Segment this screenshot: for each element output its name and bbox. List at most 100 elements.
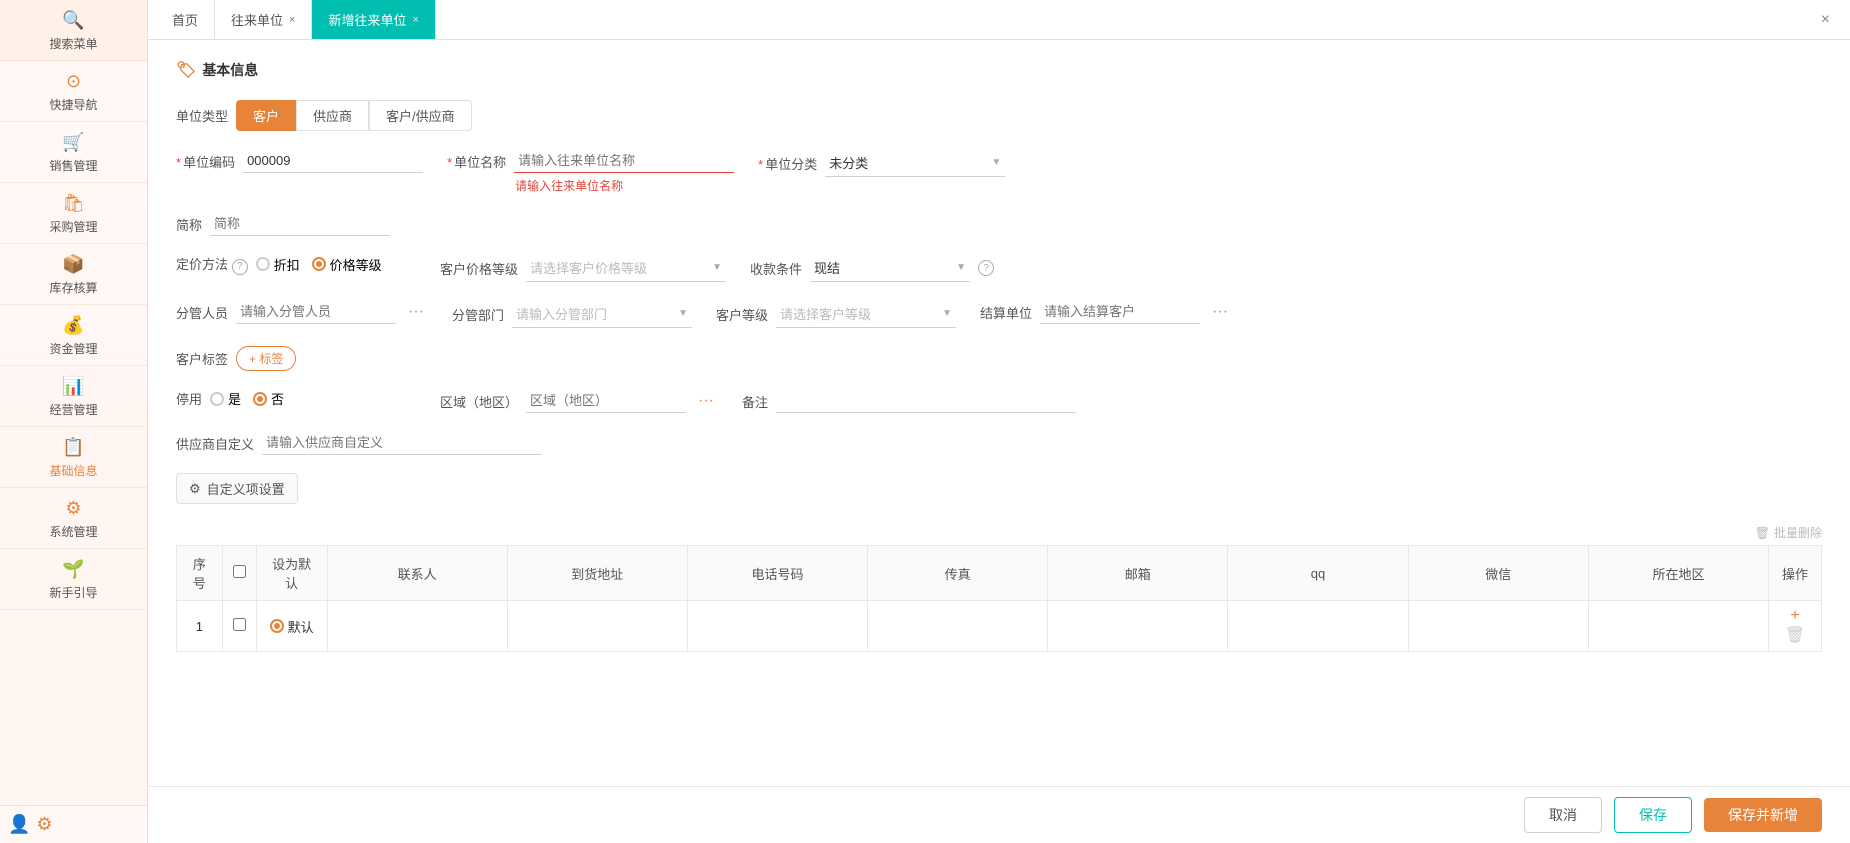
customer-price-level-select[interactable]: 请选择客户价格等级 ▼: [526, 254, 726, 282]
add-tag-button[interactable]: + 标签: [236, 346, 296, 371]
payment-terms-select[interactable]: 现结 ▼: [810, 254, 970, 282]
row-add-btn[interactable]: +: [1790, 607, 1799, 624]
unit-code-group: *单位编码: [176, 149, 423, 173]
supplier-custom-label: 供应商自定义: [176, 434, 254, 453]
email-input[interactable]: [1066, 619, 1209, 634]
sidebar-item-purchase[interactable]: 🛍 采购管理: [0, 183, 147, 244]
payment-terms-value: 现结: [814, 258, 952, 277]
manager-input[interactable]: [236, 300, 396, 324]
select-all-checkbox[interactable]: [233, 565, 246, 578]
settlement-unit-input[interactable]: [1040, 300, 1200, 324]
unit-type-supplier-btn[interactable]: 供应商: [296, 100, 369, 131]
abbreviation-group: 简称: [176, 212, 416, 236]
save-button[interactable]: 保存: [1614, 797, 1692, 833]
area-input[interactable]: [1607, 619, 1750, 634]
sidebar-bottom: 👤 ⚙: [0, 805, 147, 843]
sidebar-item-label: 资金管理: [49, 340, 97, 357]
qq-input[interactable]: [1246, 619, 1389, 634]
disable-radio-yes-label: 是: [228, 389, 241, 408]
address-input[interactable]: [526, 619, 669, 634]
wechat-input[interactable]: [1427, 619, 1570, 634]
unit-type-both-btn[interactable]: 客户/供应商: [369, 100, 472, 131]
tab-partners-close[interactable]: ×: [289, 14, 295, 26]
sidebar-item-quick-nav[interactable]: ⊙ 快捷导航: [0, 61, 147, 122]
sidebar-item-sales[interactable]: 🛒 销售管理: [0, 122, 147, 183]
contact-table: 序号 设为默认 联系人 到货地址 电话号码 传真 邮箱 qq 微信 所在地区 操…: [176, 545, 1822, 652]
department-placeholder: 请输入分管部门: [516, 304, 674, 323]
pricing-radio-group: 折扣 价格等级: [256, 255, 382, 274]
sidebar-item-operations[interactable]: 📊 经营管理: [0, 366, 147, 427]
cell-contact: [327, 601, 507, 652]
region-more-btn[interactable]: ···: [694, 392, 718, 410]
cell-check: [222, 601, 256, 652]
sidebar-item-search[interactable]: 🔍 搜索菜单: [0, 0, 147, 61]
row-delete-btn[interactable]: 🗑: [1785, 627, 1805, 644]
cancel-button[interactable]: 取消: [1524, 797, 1602, 833]
payment-terms-help-icon[interactable]: ?: [978, 260, 994, 276]
sidebar-item-basic[interactable]: 📋 基础信息: [0, 427, 147, 488]
sidebar-item-newbie[interactable]: 🌱 新手引导: [0, 549, 147, 610]
pricing-radio-level[interactable]: 价格等级: [312, 255, 382, 274]
default-radio[interactable]: 默认: [267, 617, 317, 636]
disable-region-row: 停用 是 否 区域（地区） ··· 备注: [176, 389, 1822, 413]
row-checkbox[interactable]: [233, 618, 246, 631]
customer-level-select[interactable]: 请选择客户等级 ▼: [776, 300, 956, 328]
department-select[interactable]: 请输入分管部门 ▼: [512, 300, 692, 328]
manager-more-btn[interactable]: ···: [404, 303, 428, 321]
unit-name-label: *单位名称: [447, 152, 506, 171]
pricing-radio-discount[interactable]: 折扣: [256, 255, 300, 274]
region-input[interactable]: [526, 389, 686, 413]
manager-row: 分管人员 ··· 分管部门 请输入分管部门 ▼ 客户等级 请选择客户等级 ▼ 结…: [176, 300, 1822, 328]
disable-radio-yes[interactable]: 是: [210, 389, 241, 408]
search-icon: 🔍: [62, 10, 84, 31]
tab-partners[interactable]: 往来单位 ×: [215, 0, 312, 39]
cell-address: [507, 601, 687, 652]
main-area: 首页 往来单位 × 新增往来单位 × × 🏷 基本信息 单位类型 客户 供应商 …: [148, 0, 1850, 843]
remark-input[interactable]: [776, 389, 1076, 413]
unit-type-customer-btn[interactable]: 客户: [236, 100, 296, 131]
save-new-button[interactable]: 保存并新增: [1704, 798, 1822, 832]
unit-type-row: 单位类型 客户 供应商 客户/供应商: [176, 100, 1822, 131]
settlement-more-btn[interactable]: ···: [1208, 303, 1232, 321]
pricing-radio-discount-circle: [256, 257, 270, 271]
cell-action: + 🗑: [1769, 601, 1822, 652]
sidebar-item-label: 搜索菜单: [49, 35, 97, 52]
unit-category-select[interactable]: 未分类 ▼: [825, 149, 1005, 177]
cell-qq: [1228, 601, 1408, 652]
custom-settings-button[interactable]: ⚙ 自定义项设置: [176, 473, 298, 504]
sidebar-item-system[interactable]: ⚙ 系统管理: [0, 488, 147, 549]
th-fax: 传真: [868, 546, 1048, 601]
sidebar-item-inventory[interactable]: 📦 库存核算: [0, 244, 147, 305]
unit-code-input[interactable]: [243, 149, 423, 173]
cell-fax: [868, 601, 1048, 652]
customer-level-placeholder: 请选择客户等级: [780, 304, 938, 323]
batch-delete-icon: 🗑: [1755, 526, 1770, 540]
th-qq: qq: [1228, 546, 1408, 601]
table-row: 1 默认: [177, 601, 1822, 652]
tab-new-partner-close[interactable]: ×: [412, 14, 418, 26]
unit-name-input[interactable]: [514, 149, 734, 173]
phone-input[interactable]: [706, 619, 849, 634]
sidebar-item-label: 快捷导航: [49, 96, 97, 113]
user-icon: 👤: [8, 814, 30, 835]
sidebar-item-finance[interactable]: 💰 资金管理: [0, 305, 147, 366]
sidebar-item-label: 采购管理: [49, 218, 97, 235]
form-content: 🏷 基本信息 单位类型 客户 供应商 客户/供应商 *单位编码: [148, 40, 1850, 786]
sidebar-item-label: 新手引导: [49, 584, 97, 601]
supplier-custom-input[interactable]: [262, 431, 542, 455]
abbreviation-input[interactable]: [210, 212, 390, 236]
pricing-row: 定价方法 ? 折扣 价格等级 客户价格等级: [176, 254, 1822, 282]
department-group: 分管部门 请输入分管部门 ▼: [452, 300, 692, 328]
contact-input[interactable]: [345, 619, 488, 634]
pricing-help-icon[interactable]: ?: [232, 259, 248, 275]
th-wechat: 微信: [1408, 546, 1588, 601]
fax-input[interactable]: [886, 619, 1029, 634]
tab-home[interactable]: 首页: [156, 0, 215, 39]
tab-bar: 首页 往来单位 × 新增往来单位 × ×: [148, 0, 1850, 40]
section-icon: 🏷: [176, 60, 196, 80]
batch-delete-button[interactable]: 🗑 批量删除: [1755, 524, 1822, 541]
tab-new-partner[interactable]: 新增往来单位 ×: [312, 0, 435, 39]
manager-label: 分管人员: [176, 303, 228, 322]
disable-radio-no[interactable]: 否: [253, 389, 284, 408]
close-all-button[interactable]: ×: [1809, 11, 1842, 29]
